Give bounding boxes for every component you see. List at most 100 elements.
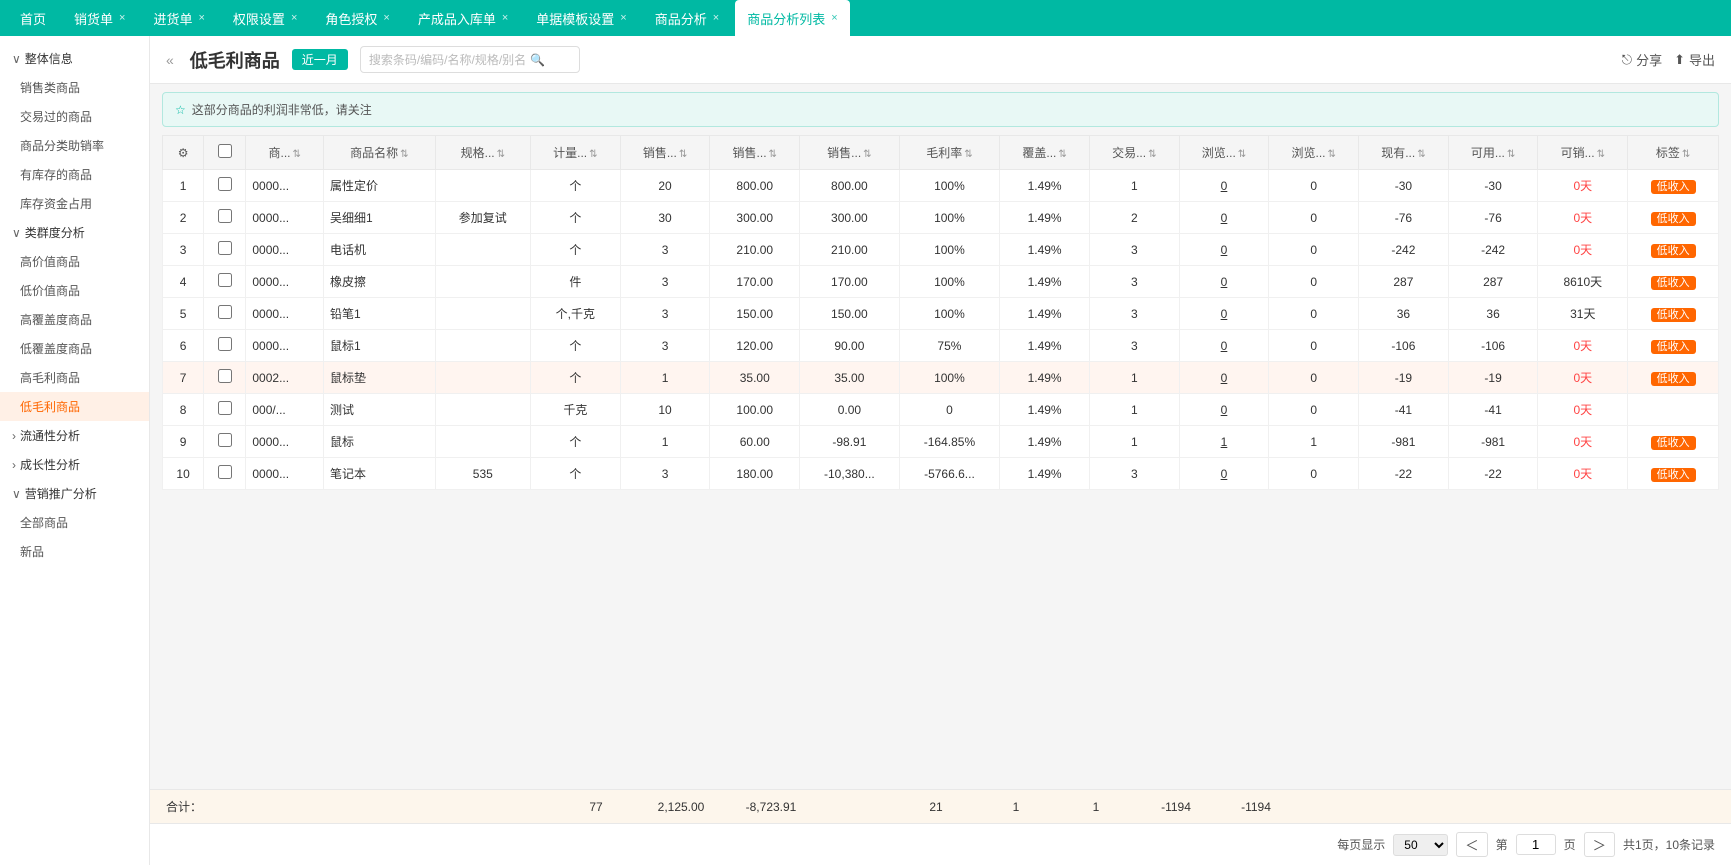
row-checkbox[interactable] [204, 266, 246, 298]
row-select-checkbox[interactable] [218, 273, 232, 287]
nav-products-in[interactable]: 产成品入库单 × [406, 0, 520, 36]
page-number-input[interactable] [1516, 834, 1556, 855]
sidebar-item-category-rate[interactable]: 商品分类助销率 [0, 131, 149, 160]
col-sellable[interactable]: 可销...⇅ [1538, 136, 1628, 170]
browse-link[interactable]: 0 [1221, 371, 1228, 385]
row-select-checkbox[interactable] [218, 337, 232, 351]
sidebar-group-cluster[interactable]: ∨ 类群度分析 [0, 218, 149, 247]
col-margin-rate[interactable]: 毛利率⇅ [899, 136, 1000, 170]
sidebar-item-high-value[interactable]: 高价值商品 [0, 247, 149, 276]
browse-link[interactable]: 0 [1221, 275, 1228, 289]
row-select-checkbox[interactable] [218, 433, 232, 447]
row-checkbox[interactable] [204, 362, 246, 394]
row-select-checkbox[interactable] [218, 305, 232, 319]
row-select-checkbox[interactable] [218, 209, 232, 223]
row-browse1[interactable]: 0 [1179, 266, 1269, 298]
browse-link[interactable]: 0 [1221, 179, 1228, 193]
col-browse2[interactable]: 浏览...⇅ [1269, 136, 1359, 170]
col-tag[interactable]: 标签⇅ [1628, 136, 1719, 170]
row-select-checkbox[interactable] [218, 177, 232, 191]
nav-purchase[interactable]: 进货单 × [141, 0, 216, 36]
nav-product-analysis-list[interactable]: 商品分析列表 × [735, 0, 849, 36]
browse-link[interactable]: 0 [1221, 211, 1228, 225]
col-sales-price2[interactable]: 销售...⇅ [800, 136, 900, 170]
nav-permissions[interactable]: 权限设置 × [221, 0, 309, 36]
col-trade[interactable]: 交易...⇅ [1089, 136, 1179, 170]
close-icon[interactable]: × [502, 12, 508, 24]
row-select-checkbox[interactable] [218, 241, 232, 255]
close-icon[interactable]: × [119, 12, 125, 24]
row-checkbox[interactable] [204, 234, 246, 266]
col-current-stock[interactable]: 现有...⇅ [1359, 136, 1449, 170]
col-sales-price1[interactable]: 销售...⇅ [710, 136, 800, 170]
browse-link[interactable]: 1 [1221, 435, 1228, 449]
row-checkbox[interactable] [204, 394, 246, 426]
browse-link[interactable]: 0 [1221, 339, 1228, 353]
col-name[interactable]: 商品名称⇅ [324, 136, 436, 170]
close-icon[interactable]: × [383, 12, 389, 24]
sidebar-item-high-coverage[interactable]: 高覆盖度商品 [0, 305, 149, 334]
col-sales-qty[interactable]: 销售...⇅ [620, 136, 710, 170]
sidebar-item-high-margin[interactable]: 高毛利商品 [0, 363, 149, 392]
row-checkbox[interactable] [204, 458, 246, 490]
close-icon[interactable]: × [620, 12, 626, 24]
browse-link[interactable]: 0 [1221, 403, 1228, 417]
row-browse1[interactable]: 0 [1179, 362, 1269, 394]
row-select-checkbox[interactable] [218, 465, 232, 479]
row-browse1[interactable]: 0 [1179, 394, 1269, 426]
share-button[interactable]: ⎋ 分享 [1622, 50, 1662, 69]
sidebar-item-stock-funds[interactable]: 库存资金占用 [0, 189, 149, 218]
sidebar-item-new-products[interactable]: 新品 [0, 537, 149, 566]
row-select-checkbox[interactable] [218, 401, 232, 415]
col-browse1[interactable]: 浏览...⇅ [1179, 136, 1269, 170]
row-browse1[interactable]: 1 [1179, 426, 1269, 458]
sidebar-item-traded-products[interactable]: 交易过的商品 [0, 102, 149, 131]
row-browse1[interactable]: 0 [1179, 298, 1269, 330]
close-icon[interactable]: × [198, 12, 204, 24]
row-browse1[interactable]: 0 [1179, 170, 1269, 202]
col-available[interactable]: 可用...⇅ [1448, 136, 1538, 170]
row-checkbox[interactable] [204, 170, 246, 202]
next-page-button[interactable]: ＞ [1584, 832, 1615, 857]
col-gear[interactable]: ⚙ [163, 136, 204, 170]
close-icon[interactable]: × [713, 12, 719, 24]
row-browse1[interactable]: 0 [1179, 202, 1269, 234]
settings-icon[interactable]: ⚙ [178, 146, 189, 160]
sidebar-item-low-coverage[interactable]: 低覆盖度商品 [0, 334, 149, 363]
search-icon[interactable]: 🔍 [530, 53, 545, 67]
prev-page-button[interactable]: ＜ [1456, 832, 1487, 857]
row-browse1[interactable]: 0 [1179, 458, 1269, 490]
sidebar-group-marketing[interactable]: ∨ 营销推广分析 [0, 479, 149, 508]
row-browse1[interactable]: 0 [1179, 234, 1269, 266]
sidebar-item-low-value[interactable]: 低价值商品 [0, 276, 149, 305]
col-coverage[interactable]: 覆盖...⇅ [1000, 136, 1090, 170]
select-all-checkbox[interactable] [218, 144, 232, 158]
filter-tag[interactable]: 近一月 [292, 49, 348, 70]
browse-link[interactable]: 0 [1221, 467, 1228, 481]
sidebar-group-growth[interactable]: › 成长性分析 [0, 450, 149, 479]
sidebar-group-overall[interactable]: ∨ 整体信息 [0, 44, 149, 73]
nav-template[interactable]: 单据模板设置 × [524, 0, 638, 36]
nav-sales[interactable]: 销货单 × [62, 0, 137, 36]
sidebar-item-low-margin[interactable]: 低毛利商品 [0, 392, 149, 421]
row-checkbox[interactable] [204, 426, 246, 458]
sidebar-group-flow[interactable]: › 流通性分析 [0, 421, 149, 450]
row-checkbox[interactable] [204, 202, 246, 234]
col-unit[interactable]: 计量...⇅ [530, 136, 620, 170]
page-size-select[interactable]: 50 100 200 [1393, 834, 1448, 856]
close-icon[interactable]: × [831, 12, 837, 24]
collapse-sidebar-button[interactable]: « [166, 52, 174, 68]
export-button[interactable]: ⬆ 导出 [1674, 50, 1715, 69]
nav-home[interactable]: 首页 [8, 0, 58, 36]
nav-roles[interactable]: 角色授权 × [313, 0, 401, 36]
col-spec[interactable]: 规格...⇅ [435, 136, 530, 170]
search-box[interactable]: 搜索条码/编码/名称/规格/别名 🔍 [360, 46, 580, 73]
browse-link[interactable]: 0 [1221, 243, 1228, 257]
close-icon[interactable]: × [291, 12, 297, 24]
row-select-checkbox[interactable] [218, 369, 232, 383]
sidebar-item-sales-products[interactable]: 销售类商品 [0, 73, 149, 102]
row-checkbox[interactable] [204, 330, 246, 362]
nav-product-analysis[interactable]: 商品分析 × [643, 0, 731, 36]
sidebar-item-all-products[interactable]: 全部商品 [0, 508, 149, 537]
browse-link[interactable]: 0 [1221, 307, 1228, 321]
